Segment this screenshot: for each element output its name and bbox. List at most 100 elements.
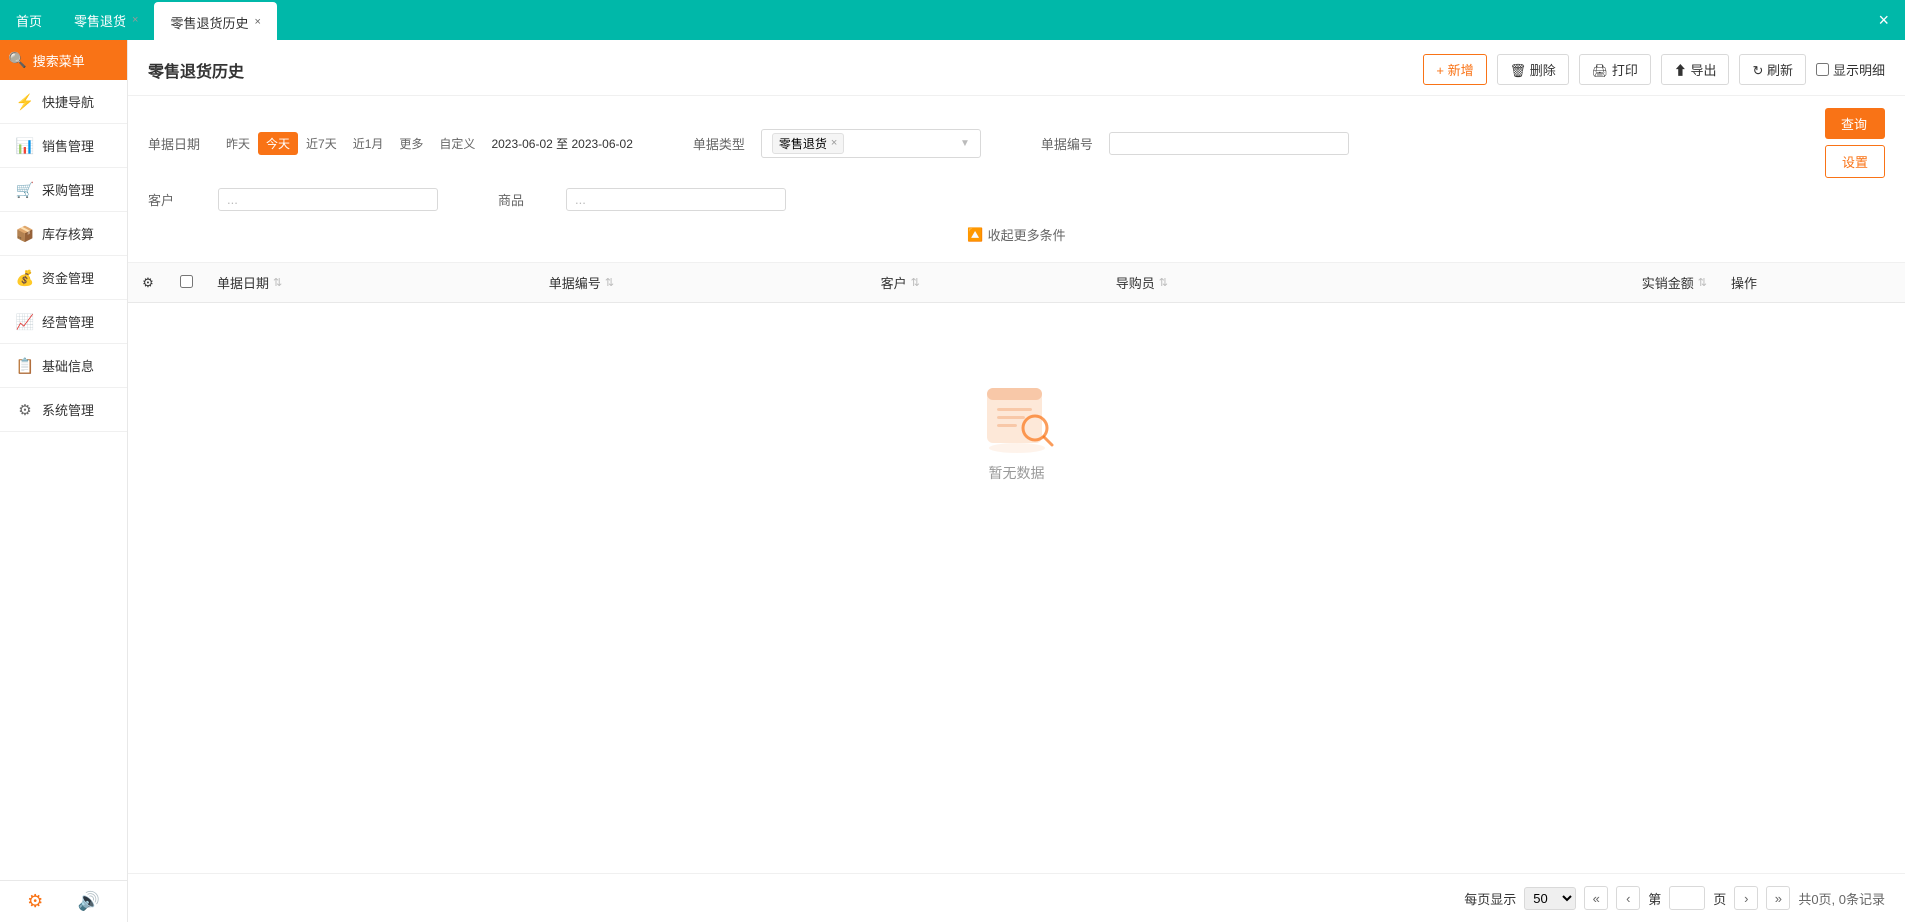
page-size-label: 每页显示 (1464, 889, 1516, 908)
customer-placeholder: ... (227, 192, 238, 207)
sidebar-bottom: ⚙ 🔊 (0, 880, 127, 922)
sidebar-item-system-mgmt-label: 系统管理 (42, 400, 94, 419)
page-header: 零售退货历史 + 新增 🗑 删除 🖨 打印 ⬆ 导出 ↻ 刷新 显示明细 (128, 40, 1905, 96)
settings-gear-icon[interactable]: ⚙ (142, 275, 154, 290)
doc-no-filter-label: 单据编号 (1041, 134, 1101, 153)
customer-input-wrapper[interactable]: ... (218, 188, 438, 211)
last-page-button[interactable]: » (1766, 886, 1790, 910)
doc-type-tags: 零售退货 × (772, 133, 844, 154)
table-wrapper: ⚙ 单据日期 ⇅ (128, 263, 1905, 873)
purchase-icon: 🛒 (16, 181, 34, 199)
sidebar-item-system-mgmt[interactable]: ⚙ 系统管理 (0, 388, 127, 432)
volume-icon[interactable]: 🔊 (77, 891, 99, 912)
sidebar-search[interactable]: 🔍 搜索菜单 (0, 40, 127, 80)
empty-text: 暂无数据 (989, 463, 1045, 483)
date-filter-label: 单据日期 (148, 134, 218, 153)
th-settings[interactable]: ⚙ (128, 263, 168, 303)
th-checkbox[interactable] (168, 263, 205, 303)
filter-row-1: 单据日期 昨天 今天 近7天 近1月 更多 自定义 2023-06-02 至 2… (148, 108, 1885, 178)
first-page-icon: « (1593, 891, 1600, 906)
tab-retail-return-history[interactable]: 零售退货历史 × (154, 2, 276, 42)
doc-type-tag: 零售退货 × (772, 133, 844, 154)
window-close-button[interactable]: × (1862, 10, 1905, 31)
amount-sort-icon: ⇅ (1698, 276, 1707, 289)
page-size-select[interactable]: 20 50 100 (1524, 887, 1576, 910)
sidebar-item-inventory-calc[interactable]: 📦 库存核算 (0, 212, 127, 256)
collapse-button[interactable]: 🔼 收起更多条件 (951, 219, 1081, 250)
prev-page-icon: ‹ (1626, 891, 1630, 906)
delete-button[interactable]: 🗑 删除 (1497, 54, 1569, 85)
settings-icon[interactable]: ⚙ (27, 891, 43, 912)
inventory-icon: 📦 (16, 225, 34, 243)
sidebar-item-sales-mgmt[interactable]: 📊 销售管理 (0, 124, 127, 168)
tab-retail-return-history-close[interactable]: × (254, 16, 260, 28)
date-btn-1month[interactable]: 近1月 (345, 132, 392, 155)
tab-list: 首页 零售退货 × 零售退货历史 × (0, 0, 1862, 40)
sidebar-item-basic-info[interactable]: 📋 基础信息 (0, 344, 127, 388)
select-all-checkbox[interactable] (180, 275, 193, 288)
date-btn-7days[interactable]: 近7天 (298, 132, 345, 155)
doc-type-tag-close[interactable]: × (831, 137, 837, 149)
customer-filter-label: 客户 (148, 190, 218, 209)
operations-icon: 📈 (16, 313, 34, 331)
main-area: 🔍 搜索菜单 ⚡ 快捷导航 📊 销售管理 🛒 采购管理 📦 库 (0, 40, 1905, 922)
page-word: 第 (1648, 889, 1661, 908)
sidebar-item-funds-mgmt[interactable]: 💰 资金管理 (0, 256, 127, 300)
date-btn-custom[interactable]: 自定义 (431, 132, 483, 155)
sidebar-item-operations-mgmt[interactable]: 📈 经营管理 (0, 300, 127, 344)
refresh-button[interactable]: ↻ 刷新 (1739, 54, 1806, 85)
th-no[interactable]: 单据编号 ⇅ (537, 263, 869, 303)
sidebar-item-sales-label: 销售管理 (42, 136, 94, 155)
print-button[interactable]: 🖨 打印 (1579, 54, 1651, 85)
th-date-label: 单据日期 (217, 273, 269, 292)
goods-input-wrapper[interactable]: ... (566, 188, 786, 211)
th-guide[interactable]: 导购员 ⇅ (1104, 263, 1387, 303)
page-total: 共0页, 0条记录 (1798, 889, 1885, 908)
th-customer[interactable]: 客户 ⇅ (869, 263, 1104, 303)
sidebar-item-inventory-label: 库存核算 (42, 224, 94, 243)
new-button[interactable]: + 新增 (1423, 54, 1486, 85)
filter-area: 单据日期 昨天 今天 近7天 近1月 更多 自定义 2023-06-02 至 2… (128, 96, 1905, 263)
funds-icon: 💰 (16, 269, 34, 287)
sidebar-item-purchase-mgmt[interactable]: 🛒 采购管理 (0, 168, 127, 212)
show-detail-checkbox[interactable] (1816, 63, 1829, 76)
th-amount[interactable]: 实销金额 ⇅ (1387, 263, 1719, 303)
th-action: 操作 (1719, 263, 1905, 303)
date-range-text: 2023-06-02 至 2023-06-02 (491, 135, 632, 152)
date-btn-more[interactable]: 更多 (391, 132, 431, 155)
tab-retail-return-label: 零售退货 (74, 11, 126, 30)
export-button[interactable]: ⬆ 导出 (1661, 54, 1730, 85)
guide-sort-icon: ⇅ (1159, 276, 1168, 289)
prev-page-button[interactable]: ‹ (1616, 886, 1640, 910)
sidebar-item-purchase-label: 采购管理 (42, 180, 94, 199)
next-page-icon: › (1744, 891, 1748, 906)
first-page-button[interactable]: « (1584, 886, 1608, 910)
sales-icon: 📊 (16, 137, 34, 155)
query-button[interactable]: 查询 (1825, 108, 1885, 139)
empty-icon (967, 363, 1067, 463)
table-header-row: ⚙ 单据日期 ⇅ (128, 263, 1905, 303)
doc-type-selector[interactable]: 零售退货 × ▼ (761, 129, 981, 158)
sidebar-item-basic-info-label: 基础信息 (42, 356, 94, 375)
next-page-button[interactable]: › (1734, 886, 1758, 910)
th-action-label: 操作 (1731, 276, 1757, 291)
tab-home[interactable]: 首页 (0, 0, 58, 40)
page-content: 零售退货历史 + 新增 🗑 删除 🖨 打印 ⬆ 导出 ↻ 刷新 显示明细 (128, 40, 1905, 922)
page-number-input[interactable]: 1 (1669, 886, 1705, 910)
empty-state: 暂无数据 (128, 303, 1905, 543)
tab-retail-return[interactable]: 零售退货 × (58, 0, 154, 40)
th-guide-label: 导购员 (1116, 273, 1155, 292)
date-btn-today[interactable]: 今天 (258, 132, 298, 155)
sidebar-item-quick-nav-label: 快捷导航 (42, 92, 94, 111)
th-date[interactable]: 单据日期 ⇅ (205, 263, 537, 303)
setting-button[interactable]: 设置 (1825, 145, 1885, 178)
top-bar: 首页 零售退货 × 零售退货历史 × × (0, 0, 1905, 40)
page-title: 零售退货历史 (148, 58, 244, 82)
system-mgmt-icon: ⚙ (16, 401, 34, 419)
doc-no-input[interactable] (1109, 132, 1349, 155)
tab-retail-return-close[interactable]: × (132, 14, 138, 26)
sidebar-item-quick-nav[interactable]: ⚡ 快捷导航 (0, 80, 127, 124)
sidebar-search-label: 搜索菜单 (33, 51, 85, 70)
search-icon: 🔍 (8, 51, 27, 69)
date-btn-yesterday[interactable]: 昨天 (218, 132, 258, 155)
